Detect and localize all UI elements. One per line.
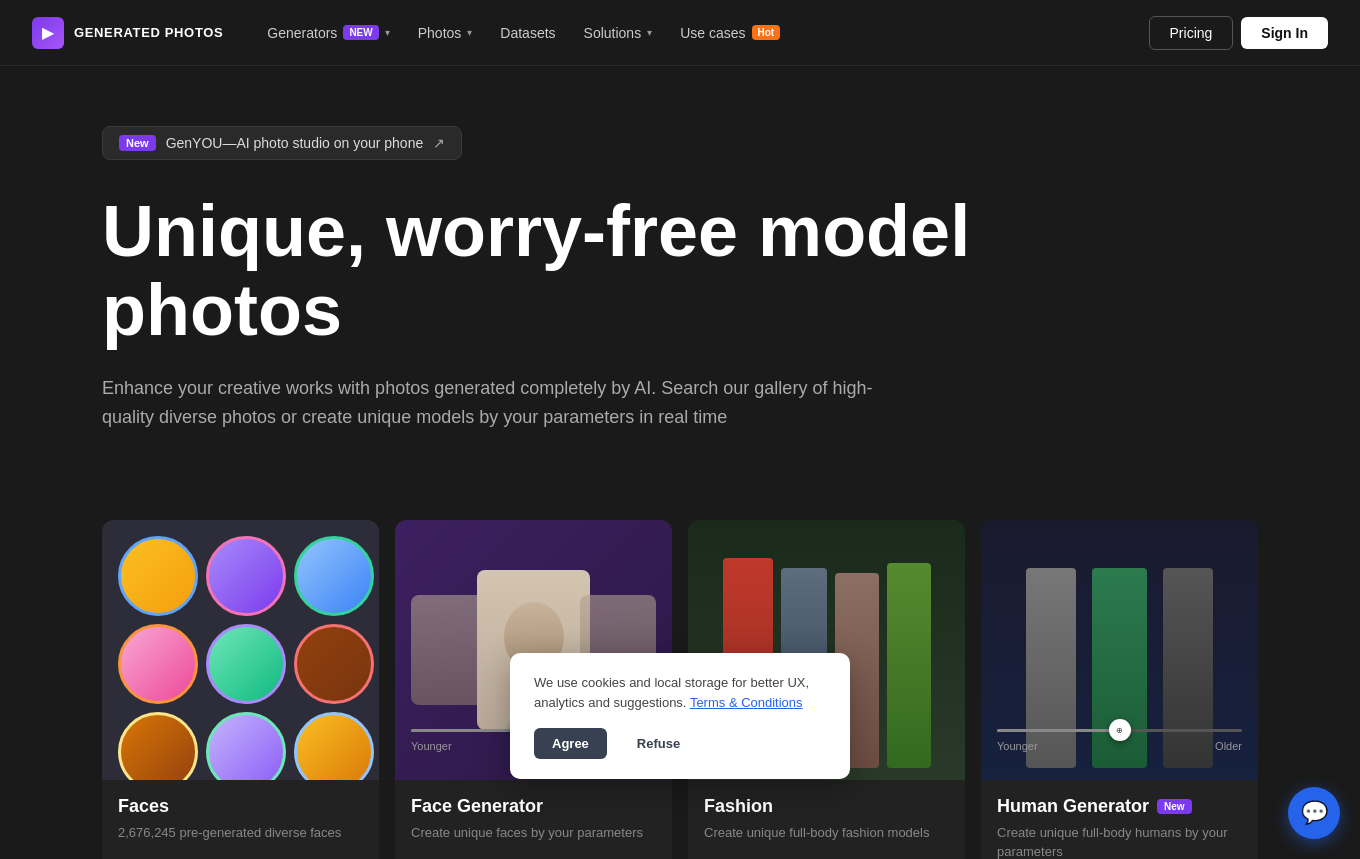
signin-button[interactable]: Sign In [1241, 17, 1328, 49]
face-circle [118, 536, 198, 616]
human-gen-image: ⊕ Younger Older [981, 520, 1258, 780]
face-circle [294, 536, 374, 616]
hero-section: New GenYOU—AI photo studio on your phone… [0, 66, 1360, 520]
chevron-down-icon: ▾ [385, 27, 390, 38]
nav-item-datasets[interactable]: Datasets [488, 17, 567, 49]
logo-icon: ▶ [32, 17, 64, 49]
cookie-refuse-button[interactable]: Refuse [619, 728, 698, 759]
face-circle [294, 624, 374, 704]
faces-grid [102, 520, 379, 780]
card-info: Face Generator Create unique faces by yo… [395, 780, 672, 859]
card-info: Faces 2,676,245 pre-generated diverse fa… [102, 780, 379, 859]
card-desc: 2,676,245 pre-generated diverse faces [118, 823, 363, 843]
navbar: ▶ GENERATED PHOTOS Generators New ▾ Phot… [0, 0, 1360, 66]
cookie-terms-link[interactable]: Terms & Conditions [690, 695, 803, 710]
card-title: Fashion [704, 796, 949, 817]
nav-item-solutions[interactable]: Solutions ▾ [572, 17, 665, 49]
slider-thumb[interactable]: ⊕ [1109, 719, 1131, 741]
slider-fill [997, 729, 1120, 732]
nav-solutions-label: Solutions [584, 25, 642, 41]
hero-subtitle: Enhance your creative works with photos … [102, 374, 882, 432]
age-slider-human[interactable]: ⊕ Younger Older [997, 729, 1242, 752]
face-circle [118, 712, 198, 780]
face-circle [206, 624, 286, 704]
faces-image [102, 520, 379, 780]
brand-name: GENERATED PHOTOS [74, 25, 223, 40]
slider-labels: Younger Older [997, 740, 1242, 752]
nav-photos-label: Photos [418, 25, 462, 41]
chat-bubble[interactable]: 💬 [1288, 787, 1340, 839]
nav-right: Pricing Sign In [1149, 16, 1328, 50]
announcement-text: GenYOU—AI photo studio on your phone [166, 135, 424, 151]
card-desc: Create unique full-body humans by your p… [997, 823, 1242, 859]
chevron-down-icon: ▾ [467, 27, 472, 38]
cookie-buttons: Agree Refuse [534, 728, 826, 759]
nav-items: Generators New ▾ Photos ▾ Datasets Solut… [255, 17, 792, 49]
card-info: Fashion Create unique full-body fashion … [688, 780, 965, 859]
external-link-icon: ↗ [433, 135, 445, 151]
card-desc: Create unique faces by your parameters [411, 823, 656, 843]
fashion-figure [887, 563, 931, 768]
announcement-badge: New [119, 135, 156, 151]
face-circle [294, 712, 374, 780]
face-circle [206, 536, 286, 616]
face-circle [206, 712, 286, 780]
slider-label-older: Older [1215, 740, 1242, 752]
hero-title: Unique, worry-free model photos [102, 192, 1002, 350]
slider-fill [411, 729, 521, 732]
chat-icon: 💬 [1301, 800, 1328, 826]
cookie-agree-button[interactable]: Agree [534, 728, 607, 759]
cookie-text: We use cookies and local storage for bet… [534, 673, 826, 712]
nav-generators-label: Generators [267, 25, 337, 41]
nav-usecases-label: Use cases [680, 25, 745, 41]
pricing-button[interactable]: Pricing [1149, 16, 1234, 50]
face-side-left [411, 595, 487, 705]
card-title: Faces [118, 796, 363, 817]
card-desc: Create unique full-body fashion models [704, 823, 949, 843]
slider-label-younger: Younger [997, 740, 1038, 752]
announcement-bar[interactable]: New GenYOU—AI photo studio on your phone… [102, 126, 462, 160]
logo-symbol: ▶ [42, 23, 54, 42]
card-title: Face Generator [411, 796, 656, 817]
nav-datasets-label: Datasets [500, 25, 555, 41]
nav-hot-badge: Hot [752, 25, 781, 40]
nav-item-generators[interactable]: Generators New ▾ [255, 17, 401, 49]
cookie-banner: We use cookies and local storage for bet… [510, 653, 850, 779]
logo[interactable]: ▶ GENERATED PHOTOS [32, 17, 223, 49]
slider-track: ⊕ [997, 729, 1242, 732]
card-faces[interactable]: Faces 2,676,245 pre-generated diverse fa… [102, 520, 379, 859]
nav-item-usecases[interactable]: Use cases Hot [668, 17, 792, 49]
slider-label-younger: Younger [411, 740, 452, 752]
chevron-down-icon: ▾ [647, 27, 652, 38]
card-human-generator[interactable]: ⊕ Younger Older Human Generator New Crea… [981, 520, 1258, 859]
nav-left: ▶ GENERATED PHOTOS Generators New ▾ Phot… [32, 17, 792, 49]
card-title: Human Generator New [997, 796, 1242, 817]
card-info: Human Generator New Create unique full-b… [981, 780, 1258, 859]
nav-generators-badge: New [343, 25, 378, 40]
nav-item-photos[interactable]: Photos ▾ [406, 17, 485, 49]
card-new-badge: New [1157, 799, 1192, 814]
face-circle [118, 624, 198, 704]
